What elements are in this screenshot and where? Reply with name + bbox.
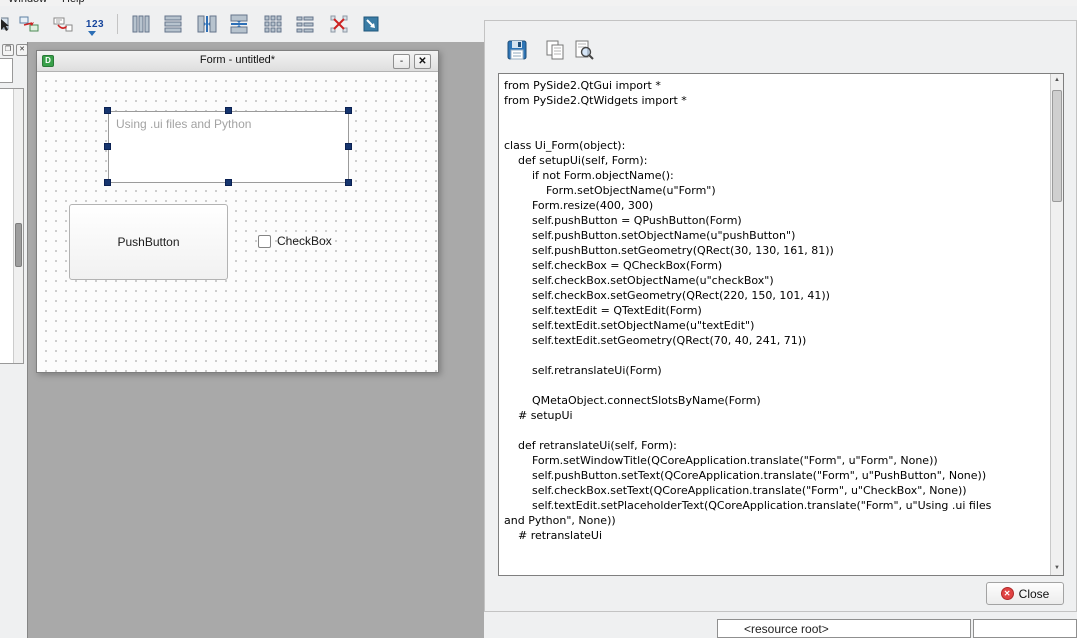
widgetbox-scrollbar[interactable] bbox=[13, 89, 23, 363]
lay-out-horizontally-splitter-icon bbox=[197, 14, 217, 34]
pushbutton-label: PushButton bbox=[117, 235, 179, 249]
menu-help[interactable]: Help bbox=[62, 0, 85, 5]
toolbar-separator bbox=[117, 14, 118, 34]
save-code-button[interactable] bbox=[503, 36, 531, 64]
code-preview-dialog: from PySide2.QtGui import * from PySide2… bbox=[484, 20, 1077, 612]
form-title: Form - untitled* bbox=[37, 54, 438, 66]
edit-buddies-icon bbox=[53, 14, 73, 34]
textedit-placeholder: Using .ui files and Python bbox=[109, 112, 348, 136]
pushbutton-widget[interactable]: PushButton bbox=[69, 204, 228, 280]
lay-out-vertically-button[interactable] bbox=[160, 10, 186, 38]
lay-out-vertically-splitter-button[interactable] bbox=[226, 10, 252, 38]
lay-out-vertically-splitter-icon bbox=[229, 14, 249, 34]
lay-out-grid-icon bbox=[263, 14, 283, 34]
find-button[interactable] bbox=[570, 36, 598, 64]
widgetbox-scrollbar-thumb[interactable] bbox=[15, 223, 22, 267]
checkbox-indicator[interactable] bbox=[258, 235, 271, 248]
lay-out-grid-button[interactable] bbox=[260, 10, 286, 38]
selection-handle[interactable] bbox=[104, 143, 111, 150]
form-canvas[interactable]: Using .ui files and Python PushButton Ch… bbox=[37, 72, 438, 372]
resource-preview-pane bbox=[973, 619, 1077, 638]
form-editor-window: D Form - untitled* - ✕ Using .ui files a… bbox=[36, 50, 439, 373]
menu-window[interactable]: Window bbox=[8, 0, 47, 5]
edit-tab-order-button[interactable]: 123 bbox=[82, 10, 108, 38]
save-icon bbox=[506, 39, 528, 61]
edit-buddies-button[interactable] bbox=[50, 10, 76, 38]
code-view[interactable]: from PySide2.QtGui import * from PySide2… bbox=[499, 74, 1050, 575]
widgetbox-panel bbox=[0, 88, 24, 364]
main-toolbar: 123 bbox=[0, 6, 484, 42]
edit-tab-order-icon: 123 bbox=[86, 19, 104, 30]
break-layout-icon bbox=[329, 14, 349, 34]
resource-tree: <resource root> bbox=[717, 619, 971, 638]
copy-icon[interactable] bbox=[541, 36, 569, 64]
close-button-icon: ✕ bbox=[1001, 587, 1014, 600]
lay-out-horizontally-splitter-button[interactable] bbox=[194, 10, 220, 38]
lay-out-horizontally-button[interactable] bbox=[128, 10, 154, 38]
edit-widgets-button[interactable] bbox=[0, 10, 13, 38]
selection-handle[interactable] bbox=[225, 179, 232, 186]
code-view-frame: from PySide2.QtGui import * from PySide2… bbox=[498, 73, 1064, 576]
lay-out-horizontally-icon bbox=[131, 14, 151, 34]
lay-out-form-layout-icon bbox=[295, 14, 315, 34]
selection-handle[interactable] bbox=[345, 143, 352, 150]
code-scrollbar[interactable]: ▲ ▼ bbox=[1050, 74, 1063, 575]
dock-float-button[interactable]: ❐ bbox=[2, 44, 14, 56]
adjust-size-button[interactable] bbox=[358, 10, 384, 38]
selection-handle[interactable] bbox=[104, 179, 111, 186]
textedit-widget[interactable]: Using .ui files and Python bbox=[108, 111, 349, 183]
selection-handle[interactable] bbox=[225, 107, 232, 114]
form-titlebar[interactable]: D Form - untitled* - ✕ bbox=[37, 51, 438, 72]
resource-root-item[interactable]: <resource root> bbox=[744, 622, 829, 636]
scroll-down-icon[interactable]: ▼ bbox=[1051, 562, 1063, 575]
break-layout-button[interactable] bbox=[326, 10, 352, 38]
edit-widgets-icon bbox=[0, 14, 13, 34]
close-icon[interactable]: ✕ bbox=[414, 54, 431, 69]
selection-handle[interactable] bbox=[104, 107, 111, 114]
checkbox-label: CheckBox bbox=[277, 234, 332, 248]
selection-handle[interactable] bbox=[345, 179, 352, 186]
checkbox-widget[interactable]: CheckBox bbox=[258, 232, 332, 250]
minimize-button[interactable]: - bbox=[393, 54, 410, 69]
copy-pages-icon bbox=[544, 39, 566, 61]
widgetbox-filter-input[interactable] bbox=[0, 58, 13, 83]
scroll-up-icon[interactable]: ▲ bbox=[1051, 74, 1063, 87]
code-scrollbar-thumb[interactable] bbox=[1052, 90, 1062, 202]
close-dialog-button[interactable]: ✕ Close bbox=[986, 582, 1064, 605]
edit-signals-slots-icon bbox=[19, 14, 39, 34]
adjust-size-icon bbox=[361, 14, 381, 34]
edit-signals-slots-button[interactable] bbox=[16, 10, 42, 38]
selection-handle[interactable] bbox=[345, 107, 352, 114]
find-icon bbox=[573, 39, 595, 61]
lay-out-form-layout-button[interactable] bbox=[292, 10, 318, 38]
close-button-label: Close bbox=[1019, 587, 1050, 601]
lay-out-vertically-icon bbox=[163, 14, 183, 34]
mdi-area: D Form - untitled* - ✕ Using .ui files a… bbox=[27, 42, 484, 638]
qt-designer-window: Window Help bbox=[0, 0, 1077, 638]
